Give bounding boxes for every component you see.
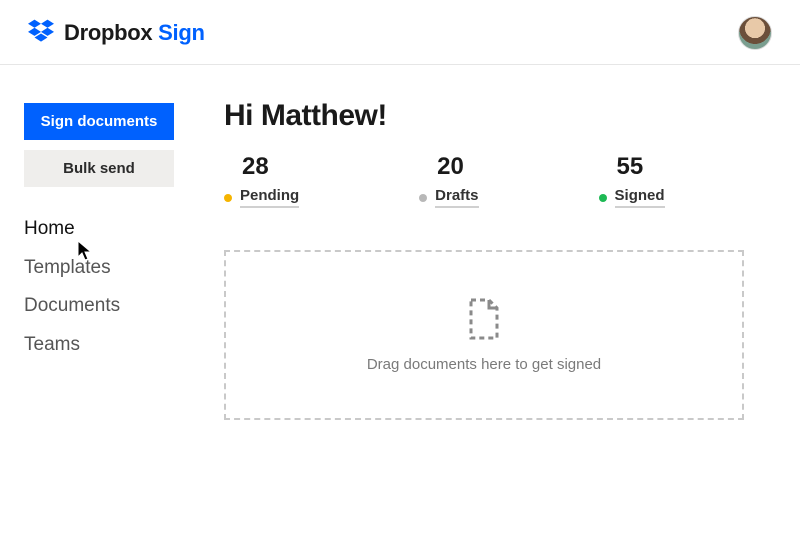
sign-documents-button[interactable]: Sign documents: [24, 103, 174, 140]
dropzone-text: Drag documents here to get signed: [367, 356, 601, 373]
stat-drafts[interactable]: 20 Drafts: [419, 153, 478, 208]
sidebar: Sign documents Bulk send Home Templates …: [0, 65, 198, 531]
brand[interactable]: Dropbox Sign: [28, 19, 205, 48]
stats-row: 28 Pending 20 Drafts 55 Signed: [224, 153, 760, 208]
stat-value: 28: [242, 153, 269, 181]
status-dot-icon: [419, 194, 427, 202]
sidebar-item-home[interactable]: Home: [24, 215, 198, 244]
stat-label: Pending: [240, 187, 299, 208]
dropzone[interactable]: Drag documents here to get signed: [224, 250, 744, 420]
brand-name: Dropbox Sign: [64, 20, 205, 46]
dropbox-logo-icon: [28, 19, 54, 48]
header: Dropbox Sign: [0, 0, 800, 65]
stat-signed[interactable]: 55 Signed: [599, 153, 665, 208]
sidebar-nav: Home Templates Documents Teams: [24, 215, 198, 359]
stat-value: 20: [437, 153, 464, 181]
status-dot-icon: [224, 194, 232, 202]
document-icon: [467, 298, 501, 340]
bulk-send-button[interactable]: Bulk send: [24, 150, 174, 187]
stat-pending[interactable]: 28 Pending: [224, 153, 299, 208]
avatar[interactable]: [738, 16, 772, 50]
sidebar-item-templates[interactable]: Templates: [24, 254, 198, 283]
stat-label: Drafts: [435, 187, 478, 208]
main-content: Hi Matthew! 28 Pending 20 Drafts 55: [198, 65, 800, 531]
stat-label: Signed: [615, 187, 665, 208]
status-dot-icon: [599, 194, 607, 202]
sidebar-item-teams[interactable]: Teams: [24, 331, 198, 360]
stat-value: 55: [617, 153, 644, 181]
page-title: Hi Matthew!: [224, 99, 760, 133]
sidebar-item-documents[interactable]: Documents: [24, 292, 198, 321]
